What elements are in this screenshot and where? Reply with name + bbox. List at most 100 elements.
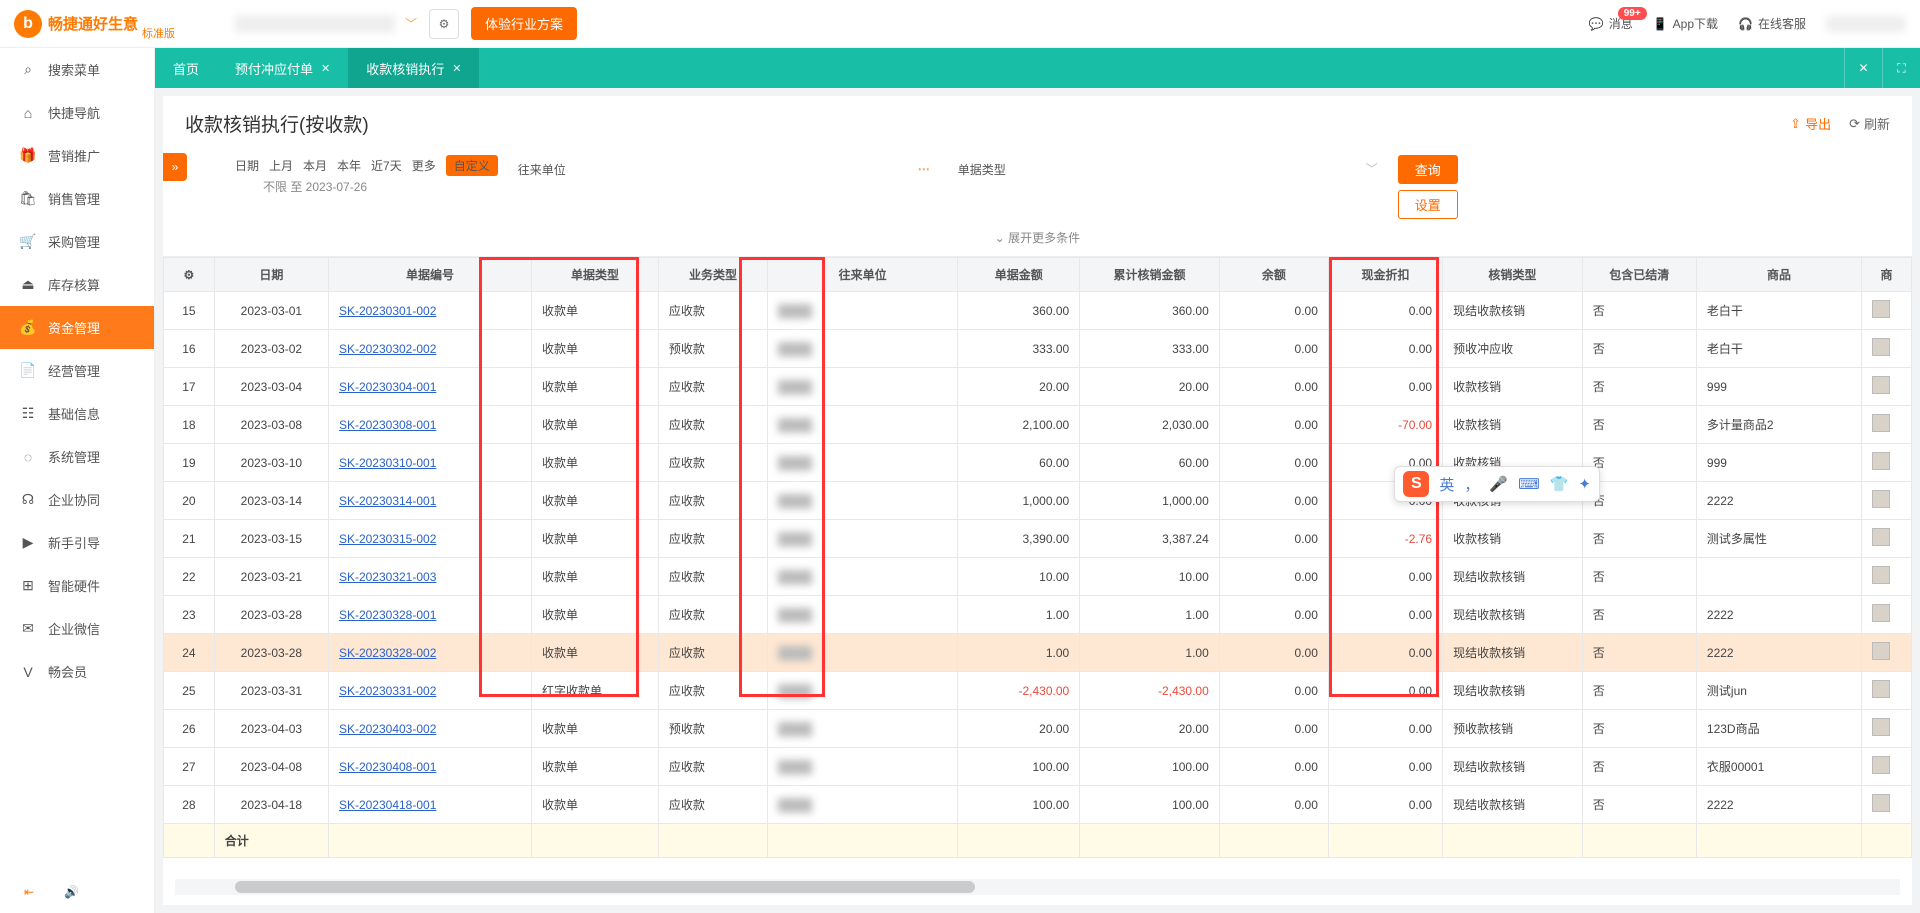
tab-expand-icon[interactable]: ⛶ bbox=[1882, 48, 1920, 88]
table-row[interactable]: 152023-03-01SK-20230301-002收款单应收款████360… bbox=[164, 292, 1912, 330]
col-1[interactable]: 日期 bbox=[214, 258, 328, 292]
doctype-select[interactable]: ﹀ bbox=[1016, 155, 1378, 183]
settings-icon[interactable]: ⚙ bbox=[429, 9, 459, 39]
col-13[interactable]: 商 bbox=[1862, 258, 1912, 292]
sidebar-item-1[interactable]: ⌂快捷导航 bbox=[0, 91, 154, 134]
col-0[interactable]: ⚙ bbox=[164, 258, 215, 292]
table-row[interactable]: 242023-03-28SK-20230328-002收款单应收款████1.0… bbox=[164, 634, 1912, 672]
sidebar-item-9[interactable]: ◌系统管理 bbox=[0, 435, 154, 478]
sidebar-item-7[interactable]: 📄经营管理 bbox=[0, 349, 154, 392]
h-scrollbar[interactable] bbox=[175, 879, 1900, 895]
sidebar-item-8[interactable]: ☷基础信息 bbox=[0, 392, 154, 435]
tab-0[interactable]: 首页 bbox=[155, 48, 217, 88]
doc-link[interactable]: SK-20230308-001 bbox=[339, 418, 436, 432]
doc-link[interactable]: SK-20230301-002 bbox=[339, 304, 436, 318]
col-7[interactable]: 累计核销金额 bbox=[1080, 258, 1220, 292]
doc-link[interactable]: SK-20230302-002 bbox=[339, 342, 436, 356]
page-title: 收款核销执行(按收款) bbox=[185, 110, 369, 137]
doc-link[interactable]: SK-20230328-002 bbox=[339, 646, 436, 660]
sidebar-item-3[interactable]: 🛍销售管理 bbox=[0, 177, 154, 220]
table-row[interactable]: 182023-03-08SK-20230308-001收款单应收款████2,1… bbox=[164, 406, 1912, 444]
table-row[interactable]: 212023-03-15SK-20230315-002收款单应收款████3,3… bbox=[164, 520, 1912, 558]
doc-link[interactable]: SK-20230403-002 bbox=[339, 722, 436, 736]
ime-keyboard-icon[interactable]: ⌨ bbox=[1518, 475, 1540, 493]
doc-link[interactable]: SK-20230331-002 bbox=[339, 684, 436, 698]
doc-link[interactable]: SK-20230304-001 bbox=[339, 380, 436, 394]
sidebar-item-5[interactable]: ⏏库存核算 bbox=[0, 263, 154, 306]
sidebar-item-13[interactable]: ✉企业微信 bbox=[0, 607, 154, 650]
doc-link[interactable]: SK-20230310-001 bbox=[339, 456, 436, 470]
sidebar-item-4[interactable]: 🛒采购管理 bbox=[0, 220, 154, 263]
sidebar-item-12[interactable]: ⊞智能硬件 bbox=[0, 564, 154, 607]
party-select[interactable]: ⋯ bbox=[576, 155, 938, 183]
online-service-link[interactable]: 🎧 在线客服 bbox=[1738, 15, 1806, 32]
col-6[interactable]: 单据金额 bbox=[958, 258, 1080, 292]
tab-2[interactable]: 收款核销执行✕ bbox=[348, 48, 479, 88]
export-link[interactable]: ⇪导出 bbox=[1790, 114, 1831, 133]
collapse-filter-icon[interactable]: » bbox=[163, 153, 187, 181]
date-opt-more[interactable]: 更多 bbox=[412, 157, 436, 174]
query-button[interactable]: 查询 bbox=[1398, 155, 1458, 184]
table-row[interactable]: 282023-04-18SK-20230418-001收款单应收款████100… bbox=[164, 786, 1912, 824]
table-row[interactable]: 222023-03-21SK-20230321-003收款单应收款████10.… bbox=[164, 558, 1912, 596]
table-row[interactable]: 172023-03-04SK-20230304-001收款单应收款████20.… bbox=[164, 368, 1912, 406]
sidebar-sound-icon[interactable]: 🔊 bbox=[64, 885, 79, 899]
col-11[interactable]: 包含已结清 bbox=[1582, 258, 1696, 292]
table-row[interactable]: 272023-04-08SK-20230408-001收款单应收款████100… bbox=[164, 748, 1912, 786]
table-row[interactable]: 192023-03-10SK-20230310-001收款单应收款████60.… bbox=[164, 444, 1912, 482]
col-9[interactable]: 现金折扣 bbox=[1328, 258, 1442, 292]
logo-icon: b bbox=[14, 10, 42, 38]
sidebar-item-14[interactable]: V畅会员 bbox=[0, 650, 154, 693]
col-8[interactable]: 余额 bbox=[1219, 258, 1328, 292]
date-opt-thismonth[interactable]: 本月 bbox=[303, 157, 327, 174]
doc-link[interactable]: SK-20230321-003 bbox=[339, 570, 436, 584]
app-download-link[interactable]: 📱 App下载 bbox=[1653, 15, 1718, 32]
ime-punct-icon[interactable]: ， bbox=[1464, 474, 1479, 495]
messages-link[interactable]: 💬 消息 99+ bbox=[1589, 15, 1633, 32]
col-12[interactable]: 商品 bbox=[1696, 258, 1861, 292]
sidebar-collapse-icon[interactable]: ⇤ bbox=[24, 885, 34, 899]
date-opt-7days[interactable]: 近7天 bbox=[371, 157, 402, 174]
tab-close-icon[interactable]: ✕ bbox=[321, 62, 330, 75]
trial-button[interactable]: 体验行业方案 bbox=[471, 7, 577, 40]
ime-mic-icon[interactable]: 🎤 bbox=[1489, 475, 1508, 493]
table-row[interactable]: 162023-03-02SK-20230302-002收款单预收款████333… bbox=[164, 330, 1912, 368]
table-row[interactable]: 202023-03-14SK-20230314-001收款单应收款████1,0… bbox=[164, 482, 1912, 520]
ime-tool-icon[interactable]: ✦ bbox=[1578, 475, 1591, 493]
user-name-blur[interactable] bbox=[1826, 16, 1906, 32]
tab-close-icon[interactable]: ✕ bbox=[452, 62, 461, 75]
ime-lang[interactable]: 英 bbox=[1439, 474, 1454, 495]
h-scroll-thumb[interactable] bbox=[235, 881, 975, 893]
thumb-icon bbox=[1872, 452, 1890, 470]
col-5[interactable]: 往来单位 bbox=[768, 258, 958, 292]
msg-badge: 99+ bbox=[1618, 7, 1647, 20]
doc-link[interactable]: SK-20230328-001 bbox=[339, 608, 436, 622]
org-selector[interactable]: ﹀ bbox=[235, 15, 417, 33]
doc-link[interactable]: SK-20230314-001 bbox=[339, 494, 436, 508]
col-2[interactable]: 单据编号 bbox=[328, 258, 531, 292]
refresh-link[interactable]: ⟳刷新 bbox=[1849, 114, 1890, 133]
date-custom-tag[interactable]: 自定义 bbox=[446, 155, 498, 176]
sidebar-item-6[interactable]: 💰资金管理 bbox=[0, 306, 154, 349]
sidebar-item-2[interactable]: 🎁营销推广 bbox=[0, 134, 154, 177]
doc-link[interactable]: SK-20230408-001 bbox=[339, 760, 436, 774]
ime-toolbar[interactable]: S 英 ， 🎤 ⌨ 👕 ✦ bbox=[1394, 466, 1600, 502]
table-row[interactable]: 252023-03-31SK-20230331-002红字收款单应收款████-… bbox=[164, 672, 1912, 710]
sidebar-item-11[interactable]: ▶新手引导 bbox=[0, 521, 154, 564]
table-row[interactable]: 262023-04-03SK-20230403-002收款单预收款████20.… bbox=[164, 710, 1912, 748]
tab-close-icon[interactable]: ✕ bbox=[1844, 48, 1882, 88]
col-4[interactable]: 业务类型 bbox=[658, 258, 767, 292]
col-10[interactable]: 核销类型 bbox=[1443, 258, 1583, 292]
tab-1[interactable]: 预付冲应付单✕ bbox=[217, 48, 348, 88]
table-row[interactable]: 232023-03-28SK-20230328-001收款单应收款████1.0… bbox=[164, 596, 1912, 634]
ime-skin-icon[interactable]: 👕 bbox=[1550, 475, 1569, 493]
doc-link[interactable]: SK-20230315-002 bbox=[339, 532, 436, 546]
setting-button[interactable]: 设置 bbox=[1398, 190, 1458, 219]
sidebar-item-0[interactable]: ⌕搜索菜单 bbox=[0, 48, 154, 91]
date-opt-lastmonth[interactable]: 上月 bbox=[269, 157, 293, 174]
date-opt-thisyear[interactable]: 本年 bbox=[337, 157, 361, 174]
col-3[interactable]: 单据类型 bbox=[532, 258, 659, 292]
sidebar-item-10[interactable]: ☊企业协同 bbox=[0, 478, 154, 521]
doc-link[interactable]: SK-20230418-001 bbox=[339, 798, 436, 812]
expand-conditions[interactable]: ⌄ 展开更多条件 bbox=[163, 223, 1912, 257]
